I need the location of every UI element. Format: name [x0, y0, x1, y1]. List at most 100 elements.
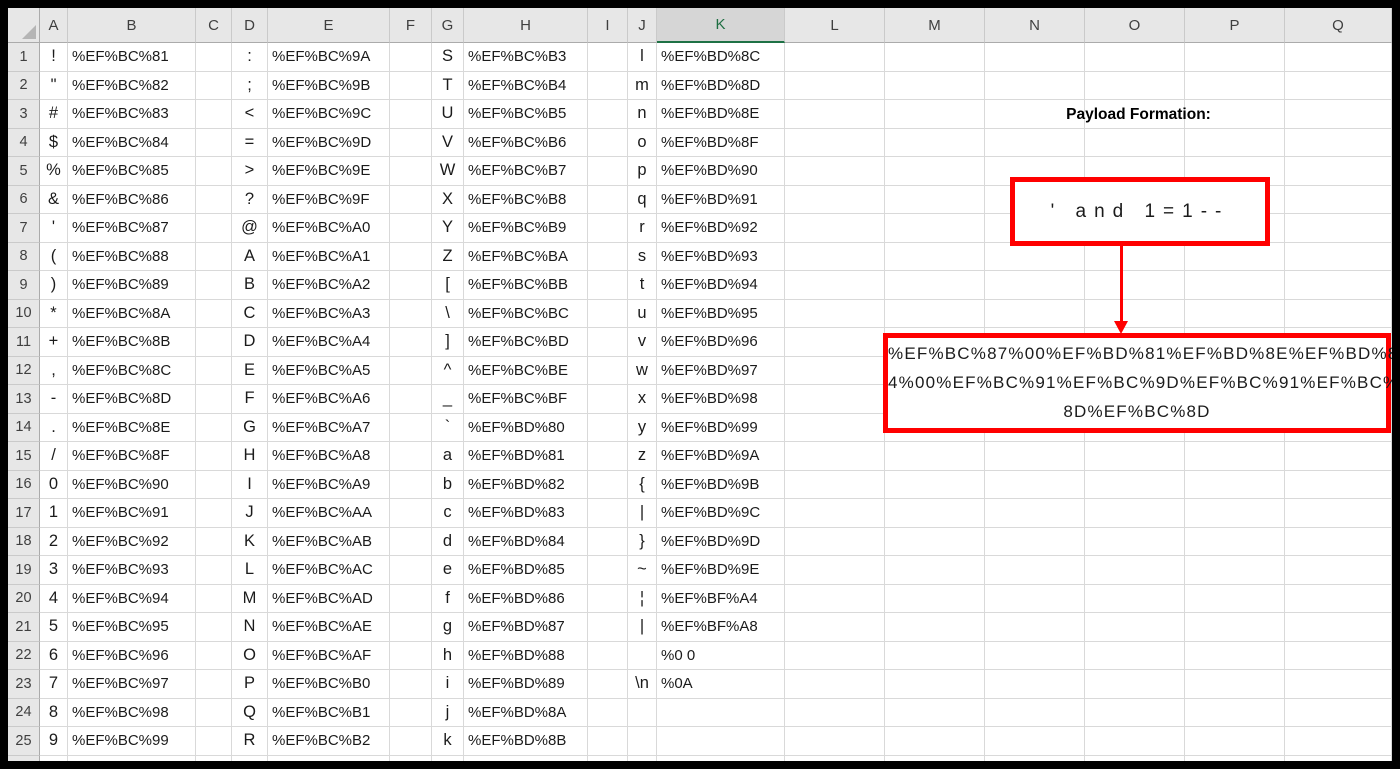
- cell-Q12[interactable]: [1285, 356, 1392, 385]
- cell-B26[interactable]: [68, 755, 196, 761]
- cell-Q6[interactable]: [1285, 185, 1392, 214]
- cell-I5[interactable]: [588, 157, 628, 186]
- cell-G16[interactable]: b: [432, 470, 464, 499]
- cell-K1[interactable]: %EF%BD%8C: [657, 43, 785, 72]
- cell-D19[interactable]: L: [232, 556, 268, 585]
- cell-B11[interactable]: %EF%BC%8B: [68, 328, 196, 357]
- row-header-13[interactable]: 13: [8, 385, 40, 414]
- cell-G2[interactable]: T: [432, 71, 464, 100]
- cell-P19[interactable]: [1185, 556, 1285, 585]
- cell-Q19[interactable]: [1285, 556, 1392, 585]
- cell-F9[interactable]: [390, 271, 432, 300]
- cell-B8[interactable]: %EF%BC%88: [68, 242, 196, 271]
- cell-E8[interactable]: %EF%BC%A1: [268, 242, 390, 271]
- cell-F7[interactable]: [390, 214, 432, 243]
- cell-Q14[interactable]: [1285, 413, 1392, 442]
- cell-C26[interactable]: [196, 755, 232, 761]
- cell-Q16[interactable]: [1285, 470, 1392, 499]
- cell-L13[interactable]: [785, 385, 885, 414]
- cell-D15[interactable]: H: [232, 442, 268, 471]
- cell-M4[interactable]: [885, 128, 985, 157]
- cell-L4[interactable]: [785, 128, 885, 157]
- cell-F16[interactable]: [390, 470, 432, 499]
- cell-D6[interactable]: ?: [232, 185, 268, 214]
- cell-F3[interactable]: [390, 100, 432, 129]
- cell-K15[interactable]: %EF%BD%9A: [657, 442, 785, 471]
- row-header-3[interactable]: 3: [8, 100, 40, 129]
- cell-F15[interactable]: [390, 442, 432, 471]
- cell-Q1[interactable]: [1285, 43, 1392, 72]
- cell-M9[interactable]: [885, 271, 985, 300]
- cell-D12[interactable]: E: [232, 356, 268, 385]
- cell-K8[interactable]: %EF%BD%93: [657, 242, 785, 271]
- cell-G17[interactable]: c: [432, 499, 464, 528]
- row-header-25[interactable]: 25: [8, 727, 40, 756]
- cell-L24[interactable]: [785, 698, 885, 727]
- cell-O3[interactable]: [1085, 100, 1185, 129]
- cell-B9[interactable]: %EF%BC%89: [68, 271, 196, 300]
- cell-G25[interactable]: k: [432, 727, 464, 756]
- cell-B10[interactable]: %EF%BC%8A: [68, 299, 196, 328]
- cell-M3[interactable]: [885, 100, 985, 129]
- cell-L11[interactable]: [785, 328, 885, 357]
- cell-B14[interactable]: %EF%BC%8E: [68, 413, 196, 442]
- cell-K3[interactable]: %EF%BD%8E: [657, 100, 785, 129]
- cell-I12[interactable]: [588, 356, 628, 385]
- cell-N16[interactable]: [985, 470, 1085, 499]
- cell-K13[interactable]: %EF%BD%98: [657, 385, 785, 414]
- cell-Q2[interactable]: [1285, 71, 1392, 100]
- cell-B18[interactable]: %EF%BC%92: [68, 527, 196, 556]
- column-header-J[interactable]: J: [628, 8, 657, 43]
- cell-D14[interactable]: G: [232, 413, 268, 442]
- row-header-14[interactable]: 14: [8, 413, 40, 442]
- cell-E19[interactable]: %EF%BC%AC: [268, 556, 390, 585]
- cell-M15[interactable]: [885, 442, 985, 471]
- cell-F4[interactable]: [390, 128, 432, 157]
- cell-B6[interactable]: %EF%BC%86: [68, 185, 196, 214]
- cell-N23[interactable]: [985, 670, 1085, 699]
- cell-I23[interactable]: [588, 670, 628, 699]
- column-header-B[interactable]: B: [68, 8, 196, 43]
- cell-C10[interactable]: [196, 299, 232, 328]
- cell-Q22[interactable]: [1285, 641, 1392, 670]
- cell-P12[interactable]: [1185, 356, 1285, 385]
- cell-H6[interactable]: %EF%BC%B8: [464, 185, 588, 214]
- cell-N9[interactable]: [985, 271, 1085, 300]
- cell-O1[interactable]: [1085, 43, 1185, 72]
- cell-F1[interactable]: [390, 43, 432, 72]
- cell-H2[interactable]: %EF%BC%B4: [464, 71, 588, 100]
- cell-E17[interactable]: %EF%BC%AA: [268, 499, 390, 528]
- cell-E6[interactable]: %EF%BC%9F: [268, 185, 390, 214]
- cell-G5[interactable]: W: [432, 157, 464, 186]
- cell-F6[interactable]: [390, 185, 432, 214]
- cell-J4[interactable]: o: [628, 128, 657, 157]
- cell-O21[interactable]: [1085, 613, 1185, 642]
- cell-O12[interactable]: [1085, 356, 1185, 385]
- cell-N1[interactable]: [985, 43, 1085, 72]
- cell-P7[interactable]: [1185, 214, 1285, 243]
- cell-G26[interactable]: [432, 755, 464, 761]
- column-header-K[interactable]: K: [657, 8, 785, 43]
- row-header-17[interactable]: 17: [8, 499, 40, 528]
- cell-C11[interactable]: [196, 328, 232, 357]
- cell-Q4[interactable]: [1285, 128, 1392, 157]
- cell-P17[interactable]: [1185, 499, 1285, 528]
- cell-M18[interactable]: [885, 527, 985, 556]
- cell-I8[interactable]: [588, 242, 628, 271]
- cell-A13[interactable]: -: [40, 385, 68, 414]
- cell-K21[interactable]: %EF%BF%A8: [657, 613, 785, 642]
- row-header-1[interactable]: 1: [8, 43, 40, 72]
- column-header-I[interactable]: I: [588, 8, 628, 43]
- column-header-F[interactable]: F: [390, 8, 432, 43]
- select-all-button[interactable]: [8, 8, 40, 43]
- cell-C8[interactable]: [196, 242, 232, 271]
- cell-J1[interactable]: l: [628, 43, 657, 72]
- cell-Q7[interactable]: [1285, 214, 1392, 243]
- row-header-8[interactable]: 8: [8, 242, 40, 271]
- cell-N4[interactable]: [985, 128, 1085, 157]
- column-header-H[interactable]: H: [464, 8, 588, 43]
- row-header-16[interactable]: 16: [8, 470, 40, 499]
- cell-P6[interactable]: [1185, 185, 1285, 214]
- cell-F2[interactable]: [390, 71, 432, 100]
- cell-J13[interactable]: x: [628, 385, 657, 414]
